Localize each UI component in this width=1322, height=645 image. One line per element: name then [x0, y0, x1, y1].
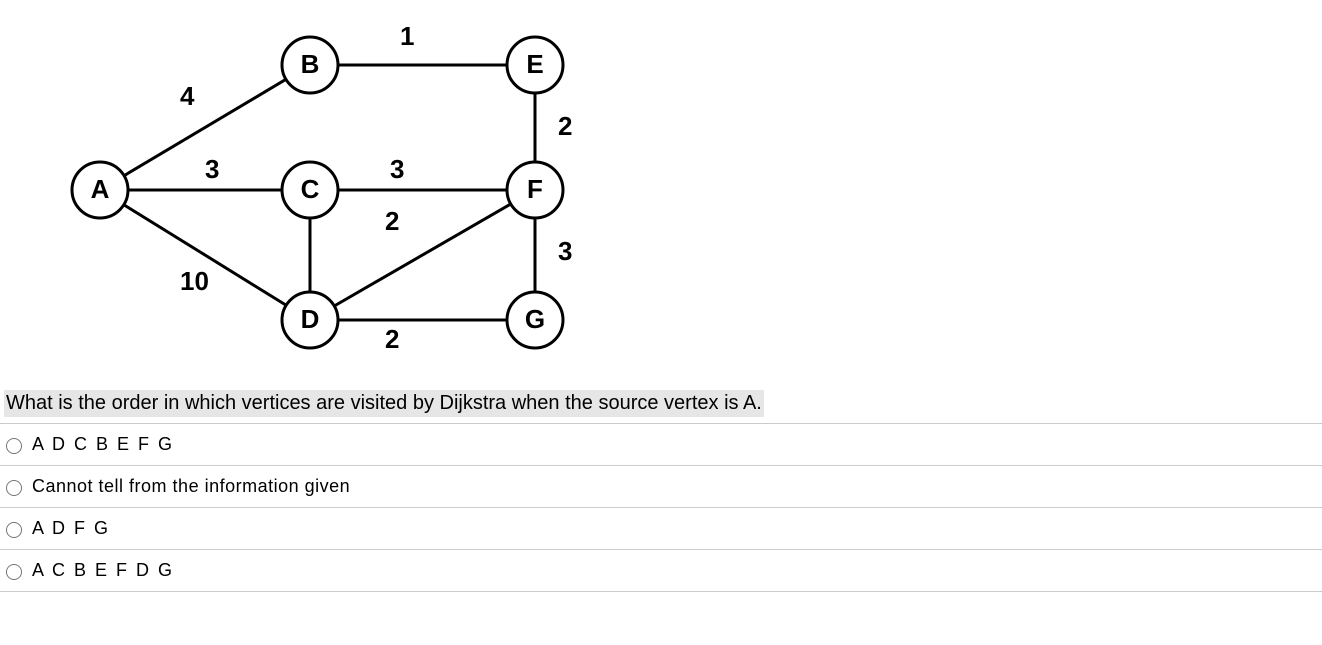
option-label-0: A D C B E F G	[32, 434, 174, 455]
node-label-F: F	[527, 174, 543, 204]
option-radio-3[interactable]	[6, 564, 22, 580]
node-label-C: C	[301, 174, 320, 204]
option-label-1: Cannot tell from the information given	[32, 476, 350, 497]
node-label-A: A	[91, 174, 110, 204]
edge-weight-A-B: 4	[180, 81, 195, 111]
edge-weight-E-F: 2	[558, 111, 572, 141]
option-radio-1[interactable]	[6, 480, 22, 496]
edge-D-F	[334, 204, 511, 306]
option-radio-0[interactable]	[6, 438, 22, 454]
graph-svg: 4 3 10 1 3 2 2 2 3 A B C D E F G	[40, 10, 640, 370]
question-text: What is the order in which vertices are …	[4, 390, 764, 417]
option-label-3: A C B E F D G	[32, 560, 174, 581]
options-list: A D C B E F G Cannot tell from the inform…	[0, 423, 1322, 592]
option-row-1[interactable]: Cannot tell from the information given	[0, 465, 1322, 507]
node-label-E: E	[526, 49, 543, 79]
node-label-B: B	[301, 49, 320, 79]
option-row-0[interactable]: A D C B E F G	[0, 423, 1322, 465]
edge-weight-C-F: 3	[390, 154, 404, 184]
graph-diagram: 4 3 10 1 3 2 2 2 3 A B C D E F G	[40, 10, 640, 370]
edge-weight-B-E: 1	[400, 21, 414, 51]
option-radio-2[interactable]	[6, 522, 22, 538]
option-row-2[interactable]: A D F G	[0, 507, 1322, 549]
option-label-2: A D F G	[32, 518, 110, 539]
option-row-3[interactable]: A C B E F D G	[0, 549, 1322, 592]
question-block: What is the order in which vertices are …	[0, 390, 1322, 592]
edge-weight-A-C: 3	[205, 154, 219, 184]
edge-weight-A-D: 10	[180, 266, 209, 296]
node-label-D: D	[301, 304, 320, 334]
edge-weight-C-D: 2	[385, 206, 399, 236]
node-label-G: G	[525, 304, 545, 334]
edge-weight-F-G: 3	[558, 236, 572, 266]
edge-weight-D-G: 2	[385, 324, 399, 354]
